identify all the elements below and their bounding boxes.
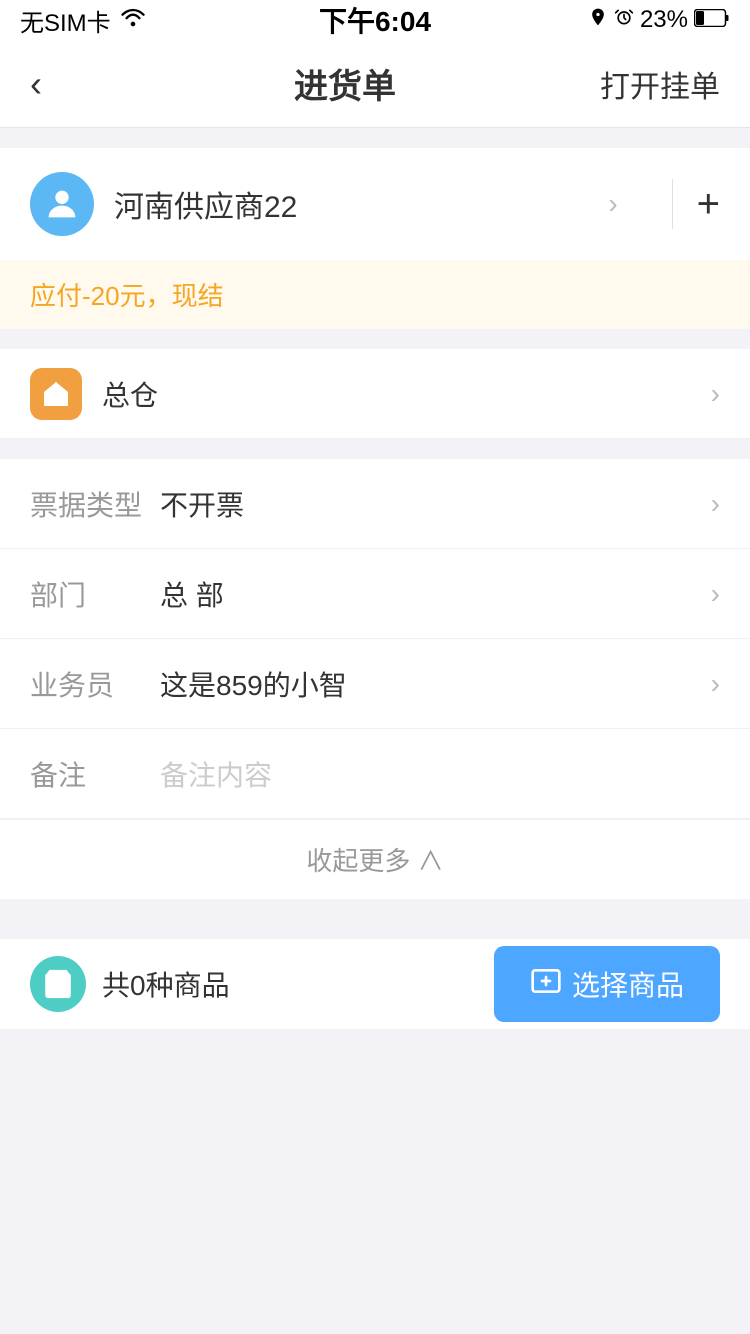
supplier-row[interactable]: 河南供应商22 › + — [0, 148, 750, 260]
divider-vertical — [672, 179, 673, 229]
form-row-salesman[interactable]: 业务员 这是859的小智 › — [0, 639, 750, 729]
supplier-arrow-icon: › — [608, 188, 617, 220]
wifi-icon — [119, 6, 147, 34]
section-gap-4 — [0, 899, 750, 919]
salesman-label: 业务员 — [30, 664, 160, 704]
cart-icon — [41, 967, 75, 1001]
salesman-value: 这是859的小智 — [160, 664, 711, 704]
warehouse-row[interactable]: 总仓 › — [0, 349, 750, 439]
status-right: 23% — [588, 6, 730, 34]
warehouse-icon-wrapper — [30, 368, 82, 420]
warehouse-name: 总仓 — [102, 374, 711, 414]
warehouse-arrow-icon: › — [711, 378, 720, 410]
battery-label: 23% — [640, 6, 688, 34]
status-bar: 无SIM卡 下午6:04 23% — [0, 0, 750, 40]
back-button[interactable]: ‹ — [30, 63, 90, 105]
form-row-department[interactable]: 部门 总 部 › — [0, 549, 750, 639]
battery-icon — [694, 6, 730, 34]
notice-bar: 应付-20元，现结 — [0, 260, 750, 329]
select-product-label: 选择商品 — [572, 964, 684, 1004]
product-icon-wrapper — [30, 956, 86, 1012]
bottom-bar: 共0种商品 选择商品 — [0, 939, 750, 1029]
status-left: 无SIM卡 — [20, 3, 147, 38]
carrier-label: 无SIM卡 — [20, 3, 111, 38]
supplier-name: 河南供应商22 — [114, 182, 608, 226]
remark-label: 备注 — [30, 754, 160, 794]
open-pending-button[interactable]: 打开挂单 — [600, 62, 720, 106]
select-product-icon — [530, 965, 562, 1004]
alarm-icon — [614, 6, 634, 34]
section-gap-1 — [0, 128, 750, 148]
collapse-label: 收起更多 ∧ — [306, 841, 443, 878]
department-value: 总 部 — [160, 574, 711, 614]
form-fields-section: 票据类型 不开票 › 部门 总 部 › 业务员 这是859的小智 › 备注 备注… — [0, 459, 750, 899]
add-supplier-button[interactable]: + — [697, 182, 720, 227]
invoice-label: 票据类型 — [30, 484, 160, 524]
page-title: 进货单 — [294, 59, 396, 108]
person-icon — [42, 184, 82, 224]
nav-bar: ‹ 进货单 打开挂单 — [0, 40, 750, 128]
section-gap-3 — [0, 439, 750, 459]
department-label: 部门 — [30, 574, 160, 614]
product-count: 共0种商品 — [102, 964, 494, 1004]
notice-text: 应付-20元，现结 — [30, 281, 224, 311]
status-time: 下午6:04 — [319, 0, 431, 40]
invoice-value: 不开票 — [160, 484, 711, 524]
invoice-arrow-icon: › — [711, 488, 720, 520]
collapse-bar[interactable]: 收起更多 ∧ — [0, 819, 750, 899]
remark-placeholder: 备注内容 — [160, 754, 720, 794]
department-arrow-icon: › — [711, 578, 720, 610]
select-product-button[interactable]: 选择商品 — [494, 946, 720, 1022]
supplier-section: 河南供应商22 › + 应付-20元，现结 — [0, 148, 750, 329]
form-row-invoice[interactable]: 票据类型 不开票 › — [0, 459, 750, 549]
salesman-arrow-icon: › — [711, 668, 720, 700]
page-background — [0, 1029, 750, 1329]
location-icon — [588, 6, 608, 34]
section-gap-2 — [0, 329, 750, 349]
supplier-avatar — [30, 172, 94, 236]
form-row-remark[interactable]: 备注 备注内容 — [0, 729, 750, 819]
warehouse-icon — [40, 378, 72, 410]
